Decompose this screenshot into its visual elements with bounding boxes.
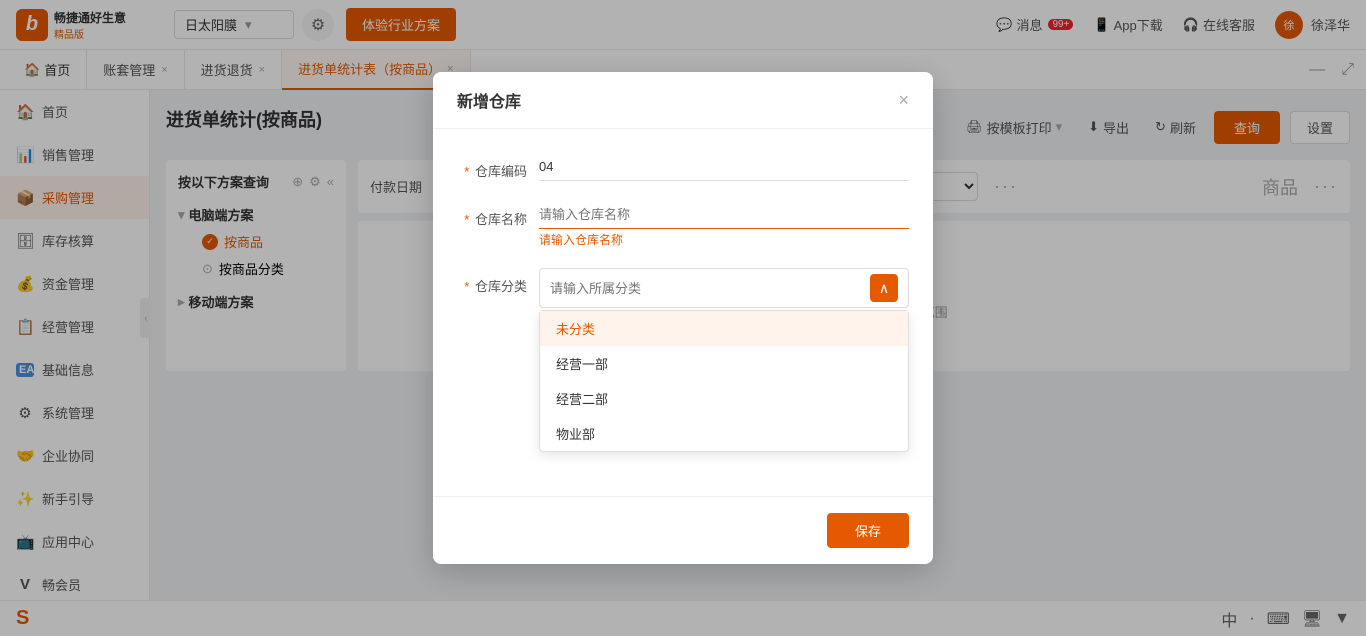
category-input-wrapper: ∧ (539, 268, 909, 308)
modal-body: * 仓库编码 * 仓库名称 请输入仓库名称 (433, 129, 933, 496)
chevron-up-icon: ∧ (879, 280, 889, 297)
warehouse-name-error: 请输入仓库名称 (539, 231, 909, 248)
warehouse-code-row: * 仓库编码 (457, 153, 909, 181)
warehouse-category-row: * 仓库分类 ∧ 未分类 经营一部 经营二部 物业部 (457, 268, 909, 452)
dropdown-item-unclassified[interactable]: 未分类 (540, 311, 908, 346)
warehouse-name-label: * 仓库名称 (457, 201, 527, 228)
modal-header: 新增仓库 × (433, 72, 933, 129)
dropdown-item-dept1[interactable]: 经营一部 (540, 346, 908, 381)
modal-close-button[interactable]: × (898, 90, 909, 111)
dropdown-item-property[interactable]: 物业部 (540, 416, 908, 451)
save-button[interactable]: 保存 (827, 513, 909, 548)
warehouse-code-input[interactable] (539, 153, 909, 181)
new-warehouse-modal: 新增仓库 × * 仓库编码 * 仓库名称 (433, 72, 933, 564)
warehouse-category-control: ∧ 未分类 经营一部 经营二部 物业部 (539, 268, 909, 452)
category-dropdown-list: 未分类 经营一部 经营二部 物业部 (539, 310, 909, 452)
warehouse-category-input[interactable] (550, 281, 870, 296)
warehouse-category-label: * 仓库分类 (457, 268, 527, 295)
modal-overlay[interactable]: 新增仓库 × * 仓库编码 * 仓库名称 (0, 0, 1366, 636)
modal-footer: 保存 (433, 496, 933, 564)
warehouse-name-input[interactable] (539, 201, 909, 229)
warehouse-code-control (539, 153, 909, 181)
dropdown-item-dept2[interactable]: 经营二部 (540, 381, 908, 416)
warehouse-name-row: * 仓库名称 请输入仓库名称 (457, 201, 909, 248)
modal-title: 新增仓库 (457, 88, 521, 112)
category-dropdown-button[interactable]: ∧ (870, 274, 898, 302)
warehouse-code-label: * 仓库编码 (457, 153, 527, 180)
warehouse-name-control: 请输入仓库名称 (539, 201, 909, 248)
